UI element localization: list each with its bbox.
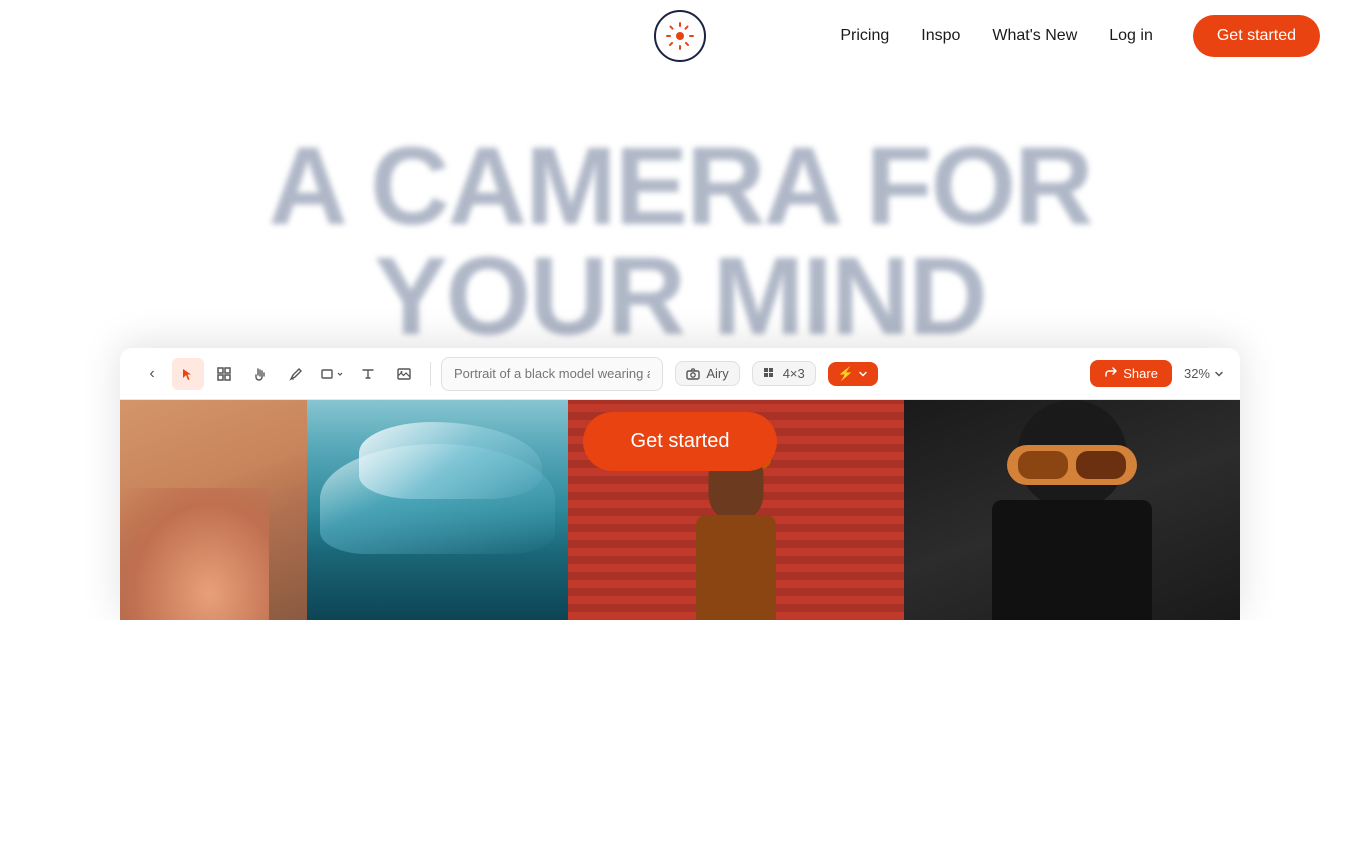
navbar: Pricing Inspo What's New Log in Get star… [0,0,1360,72]
hero-get-started-button[interactable]: Get started [583,412,778,471]
canvas-image-1 [120,400,307,620]
canvas-image-2 [307,400,568,620]
goggle-right [1076,451,1126,479]
zoom-chevron-icon [1214,369,1224,379]
hero-title-line2: YOUR MIND [268,242,1091,352]
pan-tool[interactable] [244,358,276,390]
image-icon [397,367,411,381]
text-tool[interactable] [280,358,312,390]
share-label: Share [1123,366,1158,381]
app-preview: ‹ [120,348,1240,620]
grid-badge[interactable]: 4×3 [752,361,816,386]
nav-login[interactable]: Log in [1109,27,1153,45]
nav-inspo[interactable]: Inspo [921,27,960,45]
logo-icon [664,20,696,52]
prompt-input[interactable] [441,357,663,391]
person-4 [972,400,1172,620]
select-tool[interactable] [172,358,204,390]
grid-size-icon [763,367,777,381]
cursor-icon [181,367,195,381]
goggles [1007,445,1137,485]
nav-whats-new[interactable]: What's New [992,27,1077,45]
zoom-value: 32% [1184,366,1210,381]
zoom-control[interactable]: 32% [1184,366,1224,381]
pen-icon [289,367,303,381]
share-button[interactable]: Share [1090,360,1172,387]
lightning-button[interactable]: ⚡ [828,362,878,386]
logo-circle [654,10,706,62]
img1-shape [120,488,269,620]
camera-badge[interactable]: Airy [675,361,739,386]
nav-get-started-button[interactable]: Get started [1193,15,1320,57]
grid-icon [217,367,231,381]
chevron-down-icon [336,370,344,378]
grid-label: 4×3 [783,366,805,381]
camera-mode-label: Airy [706,366,728,381]
grid-tool[interactable] [208,358,240,390]
rect-icon [320,367,334,381]
logo[interactable] [654,10,706,62]
nav-links: Pricing Inspo What's New Log in Get star… [840,15,1320,57]
chevron-down-small-icon [858,369,868,379]
back-button[interactable]: ‹ [136,358,168,390]
lightning-icon: ⚡ [838,366,854,382]
hero-section: A CAMERA FOR YOUR MIND Get started ‹ [0,0,1360,620]
hero-title-line1: A CAMERA FOR [268,132,1091,242]
app-toolbar: ‹ [120,348,1240,400]
body [696,515,776,620]
hero-title: A CAMERA FOR YOUR MIND [268,132,1091,352]
type-tool[interactable] [352,358,384,390]
image-tool[interactable] [388,358,420,390]
goggle-left [1018,451,1068,479]
camera-icon [686,367,700,381]
toolbar-separator [430,362,431,386]
hand-icon [253,367,267,381]
share-icon [1104,367,1117,380]
body-dark [992,500,1152,620]
shape-tool[interactable] [316,358,348,390]
canvas-image-4 [904,400,1240,620]
nav-pricing[interactable]: Pricing [840,27,889,45]
text-icon [361,367,375,381]
